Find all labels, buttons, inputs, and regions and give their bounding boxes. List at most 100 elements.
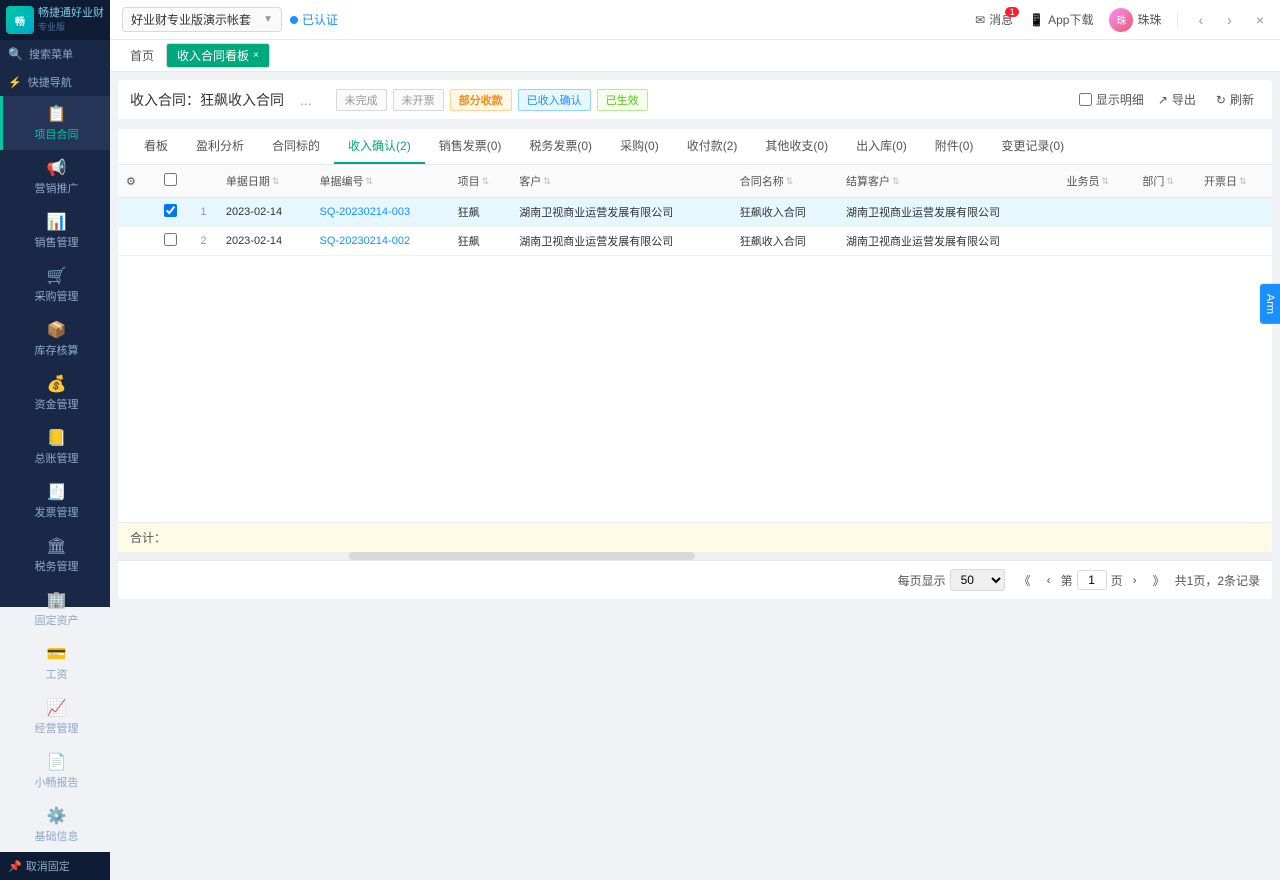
page-label-end: 页 bbox=[1111, 572, 1123, 589]
sidebar-item-basic[interactable]: ⚙️ 基础信息 bbox=[0, 798, 110, 852]
sidebar-item-mgmt[interactable]: 📈 经营管理 bbox=[0, 690, 110, 744]
sidebar-item-marketing[interactable]: 📢 营销推广 bbox=[0, 150, 110, 204]
nav-prev-button[interactable]: ‹ bbox=[1194, 10, 1207, 30]
status-confirmed[interactable]: 已收入确认 bbox=[518, 89, 591, 111]
refresh-button[interactable]: ↻ 刷新 bbox=[1210, 88, 1260, 111]
tab-close-icon[interactable]: × bbox=[253, 50, 259, 61]
total-bar: 合计： bbox=[118, 522, 1272, 552]
marketing-icon: 📢 bbox=[47, 158, 67, 178]
sidebar-search[interactable]: 🔍 搜索菜单 bbox=[0, 40, 110, 68]
col-checkbox-header[interactable] bbox=[152, 165, 190, 198]
status-uncomplete[interactable]: 未完成 bbox=[336, 89, 387, 111]
last-page-button[interactable]: 》 bbox=[1147, 570, 1171, 591]
row2-number[interactable]: SQ-20230214-002 bbox=[312, 227, 450, 256]
status-partial[interactable]: 部分收款 bbox=[450, 89, 512, 111]
nav-next-button[interactable]: › bbox=[1223, 10, 1236, 30]
arm-float-button[interactable]: Arm bbox=[1260, 283, 1280, 323]
sidebar-item-tax[interactable]: 🏛 税务管理 bbox=[0, 528, 110, 582]
sidebar-item-funds[interactable]: 💰 资金管理 bbox=[0, 366, 110, 420]
show-detail-checkbox[interactable]: 显示明细 bbox=[1079, 91, 1144, 108]
hr-icon: 💳 bbox=[47, 644, 67, 664]
scroll-thumb[interactable] bbox=[349, 552, 695, 560]
sort-icon: ⇅ bbox=[482, 176, 490, 187]
sidebar-item-invoice[interactable]: 🧾 发票管理 bbox=[0, 474, 110, 528]
subtab-changes[interactable]: 变更记录(0) bbox=[987, 129, 1078, 164]
row1-checkbox-cell[interactable] bbox=[152, 198, 190, 227]
more-options-button[interactable]: ... bbox=[294, 92, 318, 108]
sidebar-item-general[interactable]: 📒 总账管理 bbox=[0, 420, 110, 474]
col-number-header[interactable]: 单据编号⇅ bbox=[312, 165, 450, 198]
subtab-sales-inv[interactable]: 销售发票(0) bbox=[425, 129, 516, 164]
col-dept-header[interactable]: 部门⇅ bbox=[1134, 165, 1196, 198]
subtab-other[interactable]: 其他收支(0) bbox=[751, 129, 842, 164]
quick-nav-icon: ⚡ bbox=[8, 76, 22, 89]
row2-open-date bbox=[1196, 227, 1272, 256]
sidebar-item-hr[interactable]: 💳 工资 bbox=[0, 636, 110, 690]
subtab-kanban[interactable]: 看板 bbox=[130, 129, 182, 164]
message-button[interactable]: ✉ 消息 1 bbox=[975, 11, 1013, 28]
subtab-tax-inv[interactable]: 税务发票(0) bbox=[515, 129, 606, 164]
tab-home[interactable]: 首页 bbox=[122, 43, 162, 68]
col-open-date-header[interactable]: 开票日⇅ bbox=[1196, 165, 1272, 198]
sidebar-item-sales[interactable]: 📊 销售管理 bbox=[0, 204, 110, 258]
detail-checkbox-input[interactable] bbox=[1079, 93, 1092, 106]
subtab-standard[interactable]: 合同标的 bbox=[258, 129, 334, 164]
sidebar: 畅 畅捷通好业财 专业版 🔍 搜索菜单 ⚡ 快捷导航 📋 项目合同 📢 营销推广… bbox=[0, 0, 110, 607]
sidebar-item-project[interactable]: 📋 项目合同 bbox=[0, 96, 110, 150]
col-contract-name-header[interactable]: 合同名称⇅ bbox=[732, 165, 838, 198]
prev-page-button[interactable]: ‹ bbox=[1041, 571, 1057, 589]
app-download-button[interactable]: 📱 App下载 bbox=[1029, 11, 1093, 28]
subtab-outin[interactable]: 出入库(0) bbox=[842, 129, 921, 164]
subtab-profit[interactable]: 盈利分析 bbox=[182, 129, 258, 164]
sidebar-quick-nav[interactable]: ⚡ 快捷导航 bbox=[0, 68, 110, 96]
page-number-input[interactable] bbox=[1077, 570, 1107, 590]
company-selector[interactable]: 好业财专业版演示帐套 ▼ bbox=[122, 7, 282, 32]
row2-num: 2 bbox=[189, 227, 218, 256]
page-total-info: 共1页，2条记录 bbox=[1175, 572, 1260, 589]
status-uninvoiced[interactable]: 未开票 bbox=[393, 89, 444, 111]
row2-checkbox-cell[interactable] bbox=[152, 227, 190, 256]
subtab-purchase[interactable]: 采购(0) bbox=[606, 129, 673, 164]
col-project-header[interactable]: 项目⇅ bbox=[450, 165, 512, 198]
row1-salesperson bbox=[1058, 198, 1134, 227]
nav-close-button[interactable]: × bbox=[1252, 10, 1268, 30]
content-area: 收入合同：狂飙收入合同 ... 未完成 未开票 部分收款 已收入确认 已生效 显… bbox=[110, 72, 1280, 607]
sidebar-item-assets[interactable]: 🏢 固定资产 bbox=[0, 582, 110, 636]
row1-settings bbox=[118, 198, 152, 227]
first-page-button[interactable]: 《 bbox=[1013, 570, 1037, 591]
col-settings[interactable]: ⚙ bbox=[118, 165, 152, 198]
main-panel: 好业财专业版演示帐套 ▼ 已认证 ✉ 消息 1 📱 App下载 珠 珠珠 bbox=[110, 0, 1280, 607]
row1-number[interactable]: SQ-20230214-003 bbox=[312, 198, 450, 227]
row1-checkbox[interactable] bbox=[164, 204, 177, 217]
subtabs: 看板 盈利分析 合同标的 收入确认(2) 销售发票(0) 税务发票(0) 采购(… bbox=[118, 129, 1272, 165]
status-active[interactable]: 已生效 bbox=[597, 89, 648, 111]
col-salesperson-header[interactable]: 业务员⇅ bbox=[1058, 165, 1134, 198]
subtab-payment[interactable]: 收付款(2) bbox=[673, 129, 752, 164]
select-all-checkbox[interactable] bbox=[164, 173, 177, 186]
next-page-button[interactable]: › bbox=[1127, 571, 1143, 589]
page-label: 第 bbox=[1061, 572, 1073, 589]
tab-income-contract[interactable]: 收入合同看板 × bbox=[166, 43, 270, 68]
report-icon: 📄 bbox=[47, 752, 67, 772]
sidebar-item-report[interactable]: 📄 小畅报告 bbox=[0, 744, 110, 798]
row1-number-link[interactable]: SQ-20230214-003 bbox=[320, 206, 411, 218]
export-button[interactable]: ↗ 导出 bbox=[1152, 88, 1202, 111]
export-icon: ↗ bbox=[1158, 93, 1168, 107]
header-actions: 显示明细 ↗ 导出 ↻ 刷新 bbox=[1079, 88, 1260, 111]
subtab-attach[interactable]: 附件(0) bbox=[921, 129, 988, 164]
row2-checkbox[interactable] bbox=[164, 233, 177, 246]
sidebar-item-inventory[interactable]: 📦 库存核算 bbox=[0, 312, 110, 366]
col-date-header[interactable]: 单据日期⇅ bbox=[218, 165, 312, 198]
sidebar-unpin-button[interactable]: 📌 取消固定 bbox=[0, 852, 110, 880]
tab-label: 收入合同看板 bbox=[177, 47, 249, 64]
mgmt-icon: 📈 bbox=[47, 698, 67, 718]
subtab-confirm[interactable]: 收入确认(2) bbox=[334, 129, 425, 164]
sort-icon: ⇅ bbox=[1166, 176, 1174, 187]
horizontal-scrollbar[interactable] bbox=[118, 552, 1272, 560]
user-profile[interactable]: 珠 珠珠 bbox=[1109, 8, 1161, 32]
page-size-select[interactable]: 10 20 50 100 bbox=[950, 569, 1005, 591]
col-customer-header[interactable]: 客户⇅ bbox=[511, 165, 731, 198]
sidebar-item-purchase[interactable]: 🛒 采购管理 bbox=[0, 258, 110, 312]
col-settle-customer-header[interactable]: 结算客户⇅ bbox=[838, 165, 1058, 198]
row2-number-link[interactable]: SQ-20230214-002 bbox=[320, 235, 411, 247]
